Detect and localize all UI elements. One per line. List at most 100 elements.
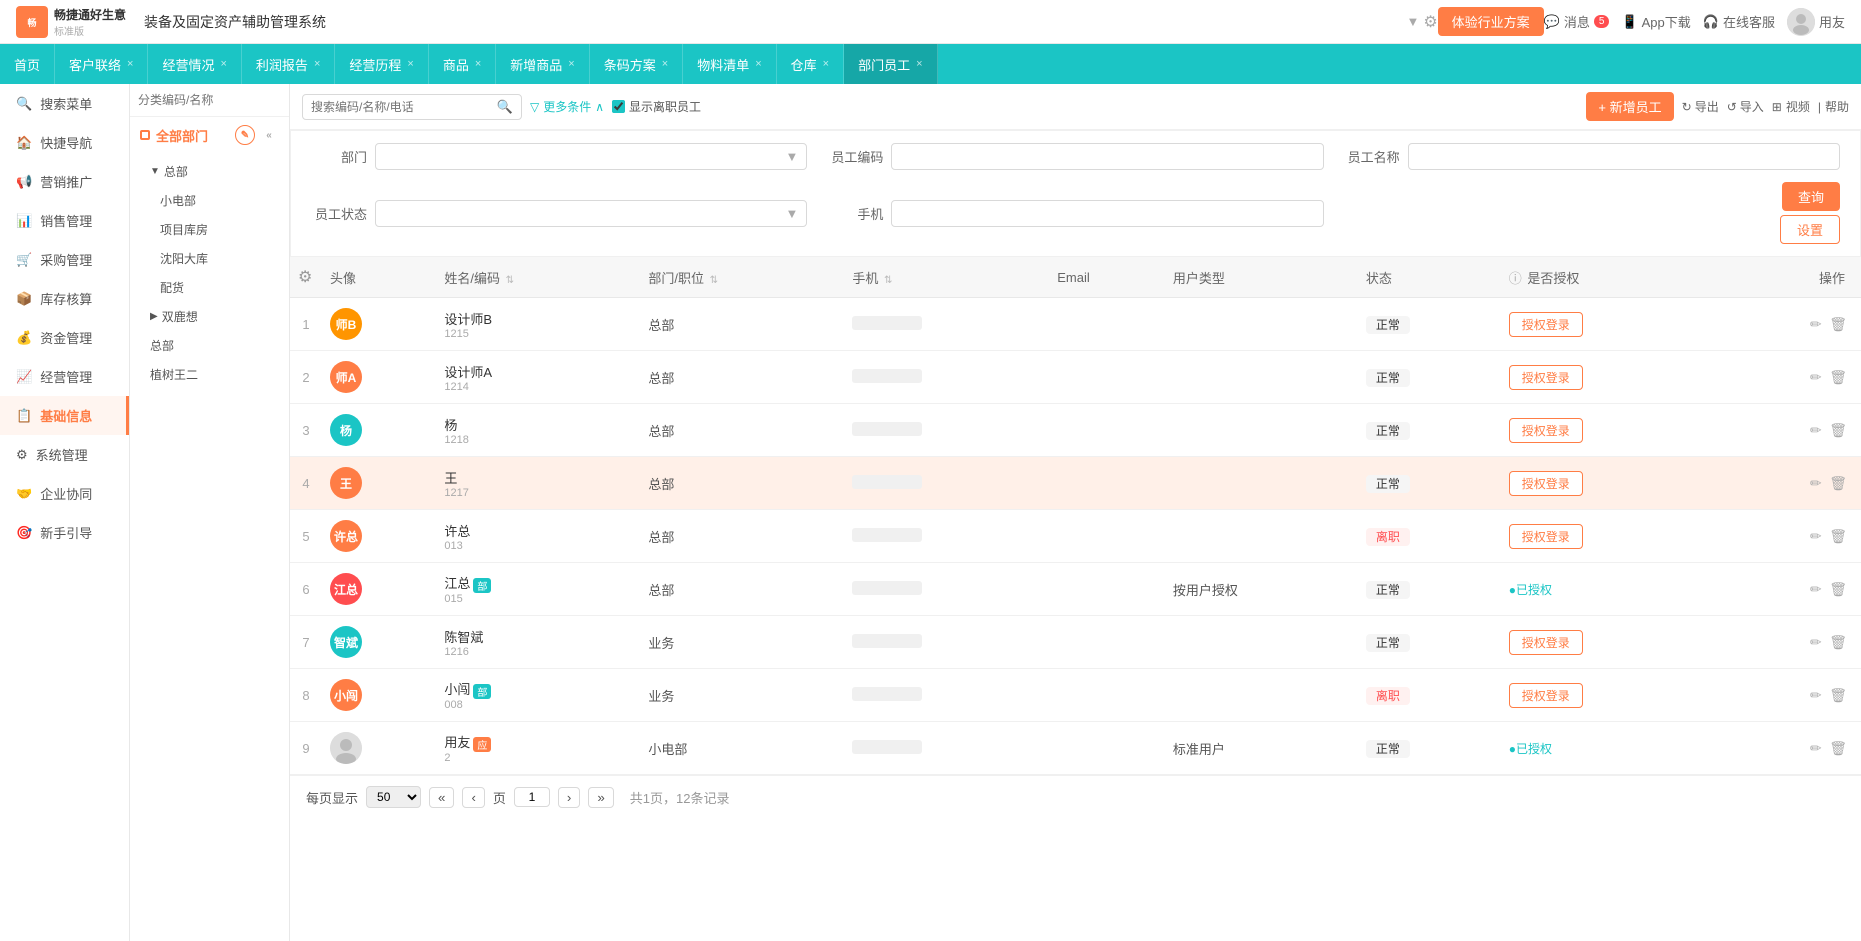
- auth-button[interactable]: 授权登录: [1509, 683, 1583, 708]
- prev-page-btn[interactable]: ‹: [462, 787, 484, 808]
- sidebar-item-search[interactable]: 🔍 搜索菜单: [0, 84, 129, 123]
- sidebar-item-inventory[interactable]: 📦 库存核算: [0, 279, 129, 318]
- sidebar-item-collab[interactable]: 🤝 企业协同: [0, 474, 129, 513]
- sidebar-item-purchase[interactable]: 🛒 采购管理: [0, 240, 129, 279]
- col-phone[interactable]: 手机 ⇅: [844, 257, 1049, 298]
- auth-button[interactable]: 授权登录: [1509, 630, 1583, 655]
- message-icon[interactable]: 💬 消息 5: [1544, 12, 1610, 31]
- edit-btn[interactable]: ✏: [1810, 475, 1822, 491]
- edit-btn[interactable]: ✏: [1810, 581, 1822, 597]
- tab-goods[interactable]: 商品 ×: [429, 44, 496, 84]
- tab-warehouse[interactable]: 仓库 ×: [777, 44, 844, 84]
- close-icon[interactable]: ×: [314, 58, 320, 70]
- add-employee-button[interactable]: + 新增员工: [1586, 92, 1673, 121]
- edit-btn[interactable]: ✏: [1810, 687, 1822, 703]
- edit-btn[interactable]: ✏: [1810, 528, 1822, 544]
- sidebar-item-basic[interactable]: 📋 基础信息: [0, 396, 129, 435]
- dept-node-shuangluxiang[interactable]: ▶ 双鹿想: [130, 302, 289, 331]
- user-info[interactable]: 用友: [1787, 8, 1845, 36]
- tab-profit[interactable]: 利润报告 ×: [242, 44, 335, 84]
- sidebar-item-nav[interactable]: 🏠 快捷导航: [0, 123, 129, 162]
- dept-node-hq[interactable]: 总部: [130, 331, 289, 360]
- emp-code-input[interactable]: [891, 143, 1323, 170]
- dept-edit-btn[interactable]: ✎: [235, 125, 255, 145]
- first-page-btn[interactable]: «: [429, 787, 454, 808]
- dept-node-general[interactable]: ▼ 总部: [130, 157, 289, 186]
- delete-btn[interactable]: 🗑: [1829, 369, 1847, 385]
- tab-customer[interactable]: 客户联络 ×: [55, 44, 148, 84]
- delete-btn[interactable]: 🗑: [1829, 581, 1847, 597]
- tab-operation[interactable]: 经营情况 ×: [148, 44, 241, 84]
- delete-btn[interactable]: 🗑: [1829, 422, 1847, 438]
- help-btn[interactable]: | 帮助: [1818, 98, 1849, 115]
- col-name[interactable]: 姓名/编码 ⇅: [436, 257, 640, 298]
- dept-all-label[interactable]: 全部部门: [156, 126, 208, 145]
- app-download[interactable]: 📱App下载: [1621, 12, 1690, 31]
- query-button[interactable]: 查询: [1782, 182, 1840, 211]
- close-icon[interactable]: ×: [475, 58, 481, 70]
- last-page-btn[interactable]: »: [588, 787, 613, 808]
- sidebar-item-guide[interactable]: 🎯 新手引导: [0, 513, 129, 552]
- dept-node-shenyang[interactable]: 沈阳大库: [130, 244, 289, 273]
- auth-button[interactable]: 授权登录: [1509, 524, 1583, 549]
- show-resigned-checkbox[interactable]: [612, 100, 625, 113]
- search-input[interactable]: [311, 100, 497, 114]
- tab-bom[interactable]: 物料清单 ×: [683, 44, 776, 84]
- auth-button[interactable]: 授权登录: [1509, 365, 1583, 390]
- tab-home[interactable]: 首页: [0, 44, 55, 84]
- delete-btn[interactable]: 🗑: [1829, 740, 1847, 756]
- col-dept[interactable]: 部门/职位 ⇅: [640, 257, 844, 298]
- sidebar-item-system[interactable]: ⚙ 系统管理: [0, 435, 129, 474]
- import-btn[interactable]: ↺ 导入: [1727, 98, 1764, 115]
- sidebar-item-marketing[interactable]: 📢 营销推广: [0, 162, 129, 201]
- phone-input[interactable]: [891, 200, 1323, 227]
- dropdown-icon[interactable]: ▼: [1406, 14, 1419, 29]
- dept-collapse-btn[interactable]: «: [259, 125, 279, 145]
- auth-button[interactable]: 授权登录: [1509, 471, 1583, 496]
- col-settings-icon[interactable]: ⚙: [298, 269, 312, 286]
- more-conditions-btn[interactable]: ▽ 更多条件 ∧: [530, 98, 604, 115]
- dept-node-electronics[interactable]: 小电部: [130, 186, 289, 215]
- tab-employees[interactable]: 部门员工 ×: [844, 44, 937, 84]
- tab-history[interactable]: 经营历程 ×: [335, 44, 428, 84]
- delete-btn[interactable]: 🗑: [1829, 475, 1847, 491]
- close-icon[interactable]: ×: [662, 58, 668, 70]
- emp-name-input[interactable]: [1408, 143, 1840, 170]
- dept-node-delivery[interactable]: 配货: [130, 273, 289, 302]
- close-icon[interactable]: ×: [755, 58, 761, 70]
- show-resigned-label[interactable]: 显示离职员工: [612, 98, 701, 115]
- delete-btn[interactable]: 🗑: [1829, 316, 1847, 332]
- edit-btn[interactable]: ✏: [1810, 316, 1822, 332]
- delete-btn[interactable]: 🗑: [1829, 634, 1847, 650]
- set-button[interactable]: 设置: [1780, 215, 1840, 244]
- delete-btn[interactable]: 🗑: [1829, 528, 1847, 544]
- view-btn[interactable]: ⊞ 视频: [1772, 98, 1810, 115]
- dept-node-project[interactable]: 项目库房: [130, 215, 289, 244]
- page-size-select[interactable]: 50 20 100: [366, 786, 421, 808]
- close-icon[interactable]: ×: [407, 58, 413, 70]
- sidebar-item-sales[interactable]: 📊 销售管理: [0, 201, 129, 240]
- close-icon[interactable]: ×: [916, 58, 922, 70]
- close-icon[interactable]: ×: [127, 58, 133, 70]
- edit-btn[interactable]: ✏: [1810, 634, 1822, 650]
- search-btn-icon[interactable]: 🔍: [497, 99, 513, 115]
- export-btn[interactable]: ↻ 导出: [1682, 98, 1719, 115]
- close-icon[interactable]: ×: [823, 58, 829, 70]
- edit-btn[interactable]: ✏: [1810, 369, 1822, 385]
- experience-button[interactable]: 体验行业方案: [1438, 7, 1544, 36]
- auth-button[interactable]: 授权登录: [1509, 312, 1583, 337]
- auth-button[interactable]: 授权登录: [1509, 418, 1583, 443]
- online-service[interactable]: 🎧在线客服: [1703, 12, 1775, 31]
- dept-node-plant[interactable]: 植树王二: [130, 360, 289, 389]
- close-icon[interactable]: ×: [568, 58, 574, 70]
- emp-status-select[interactable]: ▼: [375, 200, 807, 227]
- next-page-btn[interactable]: ›: [558, 787, 580, 808]
- edit-btn[interactable]: ✏: [1810, 740, 1822, 756]
- settings-icon[interactable]: ⚙: [1423, 12, 1437, 32]
- dept-search-input[interactable]: [138, 93, 290, 107]
- sidebar-item-mgmt[interactable]: 📈 经营管理: [0, 357, 129, 396]
- delete-btn[interactable]: 🗑: [1829, 687, 1847, 703]
- tab-barcode[interactable]: 条码方案 ×: [590, 44, 683, 84]
- edit-btn[interactable]: ✏: [1810, 422, 1822, 438]
- page-input[interactable]: [514, 787, 550, 807]
